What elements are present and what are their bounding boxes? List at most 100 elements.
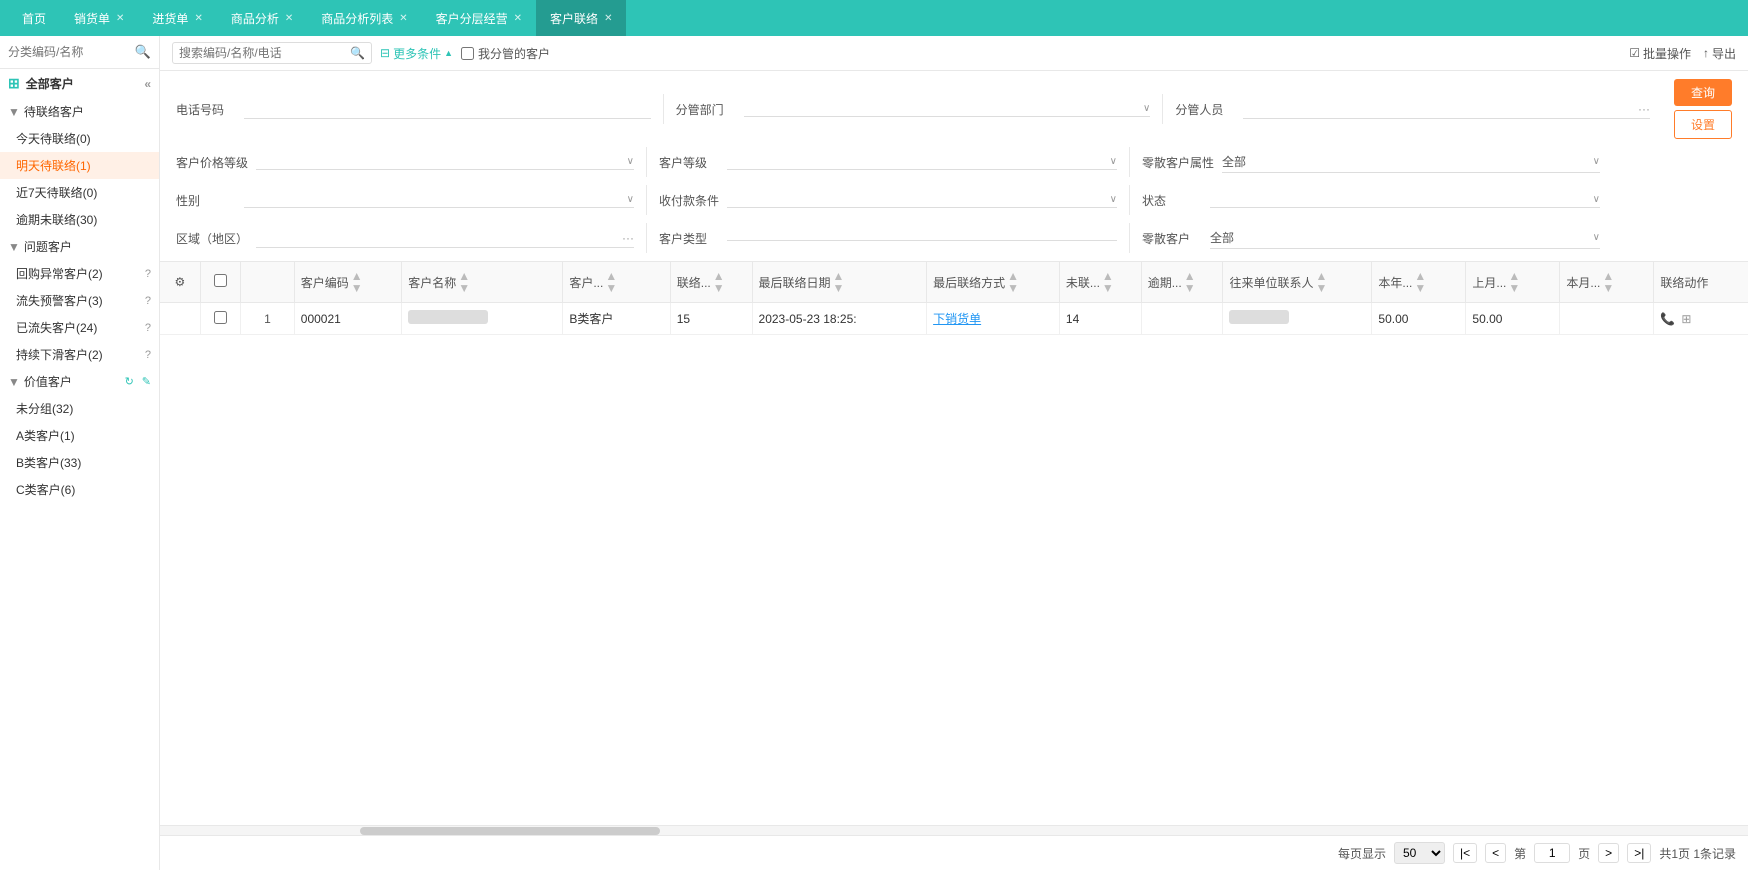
- thismonth-sort[interactable]: ▲▼: [1602, 270, 1614, 294]
- divider-6: [1129, 185, 1130, 215]
- row-action: 📞 ⊞: [1654, 303, 1748, 335]
- price-level-select[interactable]: ∨: [256, 154, 634, 170]
- action-phone-icon[interactable]: 📞: [1660, 312, 1675, 326]
- table-footer: 每页显示 50 100 200 |< < 第 页 > >| 共1页 1条记录: [160, 835, 1748, 870]
- sidebar-item-7days[interactable]: 近7天待联络(0): [0, 179, 159, 206]
- nav-close-sales-order[interactable]: ✕: [116, 13, 124, 24]
- my-customers-checkbox[interactable]: [461, 47, 474, 60]
- checkbox-icon: ☑: [1629, 46, 1640, 60]
- row-this-month: [1560, 303, 1654, 335]
- sidebar-search-icon[interactable]: 🔍: [135, 44, 151, 60]
- my-customers-checkbox-label[interactable]: 我分管的客户: [461, 45, 550, 62]
- sidebar-item-tomorrow[interactable]: 明天待联络(1): [0, 152, 159, 179]
- nav-customer-contact[interactable]: 客户联络 ✕: [536, 0, 626, 36]
- select-all-checkbox[interactable]: [214, 274, 227, 287]
- phone-input[interactable]: [244, 100, 651, 119]
- page-label: 第: [1514, 845, 1526, 862]
- page-input[interactable]: [1534, 843, 1570, 863]
- customer-level-select[interactable]: ∨: [727, 154, 1117, 170]
- query-btn[interactable]: 查询: [1674, 79, 1732, 106]
- person-select[interactable]: ···: [1243, 100, 1650, 119]
- sidebar-item-overdue[interactable]: 逾期未联络(30): [0, 206, 159, 233]
- gender-select[interactable]: ∨: [244, 192, 634, 208]
- batch-op-btn[interactable]: ☑ 批量操作: [1629, 45, 1691, 62]
- status-select[interactable]: ∨: [1210, 192, 1600, 208]
- type-sort[interactable]: ▲▼: [605, 270, 617, 294]
- code-sort[interactable]: ▲▼: [351, 270, 363, 294]
- nav-close-product-analysis[interactable]: ✕: [285, 13, 293, 24]
- total-label: 共1页 1条记录: [1659, 845, 1736, 862]
- divider-3: [646, 147, 647, 177]
- sidebar-item-churn-warning[interactable]: 流失预警客户(3) ?: [0, 287, 159, 314]
- row-lastdate: 2023-05-23 18:25:: [752, 303, 927, 335]
- row-checkbox[interactable]: [214, 311, 227, 324]
- sidebar-item-b-class[interactable]: B类客户(33): [0, 449, 159, 476]
- gender-chevron-icon: ∨: [627, 194, 634, 205]
- unit-contact-sort[interactable]: ▲▼: [1315, 270, 1327, 294]
- nav-close-customer-segment[interactable]: ✕: [514, 13, 522, 24]
- th-checkbox: [200, 262, 240, 303]
- nav-purchase-order[interactable]: 进货单 ✕: [138, 0, 216, 36]
- overdue-sort[interactable]: ▲▼: [1184, 270, 1196, 294]
- filter-retail-customer: 零散客户 全部 ∨: [1142, 227, 1600, 249]
- sidebar-collapse-icon[interactable]: «: [144, 77, 151, 91]
- value-settings-icon[interactable]: ✎: [142, 375, 151, 388]
- nav-close-product-analysis-list[interactable]: ✕: [399, 13, 407, 24]
- lastmonth-sort[interactable]: ▲▼: [1508, 270, 1520, 294]
- scrollbar-thumb[interactable]: [360, 827, 660, 835]
- sidebar-item-today[interactable]: 今天待联络(0): [0, 125, 159, 152]
- lastway-link[interactable]: 下销货单: [933, 312, 981, 326]
- sidebar-item-c-class[interactable]: C类客户(6): [0, 476, 159, 503]
- lastdate-sort[interactable]: ▲▼: [833, 270, 845, 294]
- row-gear-cell: [160, 303, 200, 335]
- nav-product-analysis[interactable]: 商品分析 ✕: [217, 0, 307, 36]
- filter-row-2: 客户价格等级 ∨ 客户等级 ∨ 零散客户属性: [176, 147, 1732, 177]
- row-contact-count: 15: [670, 303, 752, 335]
- row-type: B类客户: [563, 303, 670, 335]
- region-select[interactable]: ···: [256, 229, 634, 248]
- name-sort[interactable]: ▲▼: [458, 270, 470, 294]
- lastway-sort[interactable]: ▲▼: [1007, 270, 1019, 294]
- sidebar-item-abnormal[interactable]: 回购异常客户(2) ?: [0, 260, 159, 287]
- sidebar-item-declining[interactable]: 持续下滑客户(2) ?: [0, 341, 159, 368]
- nav-product-analysis-list[interactable]: 商品分析列表 ✕: [307, 0, 421, 36]
- reset-btn[interactable]: 设置: [1674, 110, 1732, 139]
- th-contact: 联络... ▲▼: [670, 262, 752, 303]
- toolbar-search-icon[interactable]: 🔍: [350, 46, 365, 60]
- nav-customer-segment[interactable]: 客户分层经营 ✕: [422, 0, 536, 36]
- nav-close-customer-contact[interactable]: ✕: [604, 13, 612, 24]
- customer-type-select[interactable]: [727, 236, 1117, 241]
- nav-close-purchase-order[interactable]: ✕: [194, 13, 202, 24]
- horizontal-scrollbar[interactable]: [160, 825, 1748, 835]
- more-filter-btn[interactable]: ⊟ 更多条件 ▲: [380, 45, 453, 62]
- sidebar-item-ungrouped[interactable]: 未分组(32): [0, 395, 159, 422]
- prev-page-btn[interactable]: <: [1485, 843, 1506, 863]
- retail-attr-select[interactable]: 全部 ∨: [1222, 151, 1600, 173]
- contact-sort[interactable]: ▲▼: [713, 270, 725, 294]
- sidebar-item-a-class[interactable]: A类客户(1): [0, 422, 159, 449]
- retail-customer-select[interactable]: 全部 ∨: [1210, 227, 1600, 249]
- year-sort[interactable]: ▲▼: [1414, 270, 1426, 294]
- last-page-btn[interactable]: >|: [1627, 843, 1651, 863]
- sidebar-item-churned[interactable]: 已流失客户(24) ?: [0, 314, 159, 341]
- search-input[interactable]: [179, 46, 350, 60]
- action-grid-icon[interactable]: ⊞: [1681, 312, 1691, 326]
- next-page-btn[interactable]: >: [1598, 843, 1619, 863]
- export-btn[interactable]: ↑ 导出: [1703, 45, 1736, 62]
- filter-icon: ⊟: [380, 46, 390, 60]
- sidebar-search-input[interactable]: [8, 45, 135, 59]
- per-page-select[interactable]: 50 100 200: [1394, 842, 1445, 864]
- nav-sales-order[interactable]: 销货单 ✕: [60, 0, 138, 36]
- value-edit-icon[interactable]: ↻: [125, 375, 134, 388]
- page-unit: 页: [1578, 845, 1590, 862]
- help-icon-declining: ?: [145, 349, 151, 361]
- dept-select[interactable]: ∨: [744, 101, 1151, 117]
- nav-home[interactable]: 首页: [8, 0, 60, 36]
- gear-icon[interactable]: ⚙: [175, 275, 186, 289]
- sidebar-all-customers[interactable]: ⊞ 全部客户 «: [0, 69, 159, 98]
- payment-select[interactable]: ∨: [727, 192, 1117, 208]
- retail-attr-chevron-icon: ∨: [1593, 156, 1600, 167]
- unlinked-sort[interactable]: ▲▼: [1102, 270, 1114, 294]
- first-page-btn[interactable]: |<: [1453, 843, 1477, 863]
- filter-chevron-up-icon: ▲: [444, 48, 453, 58]
